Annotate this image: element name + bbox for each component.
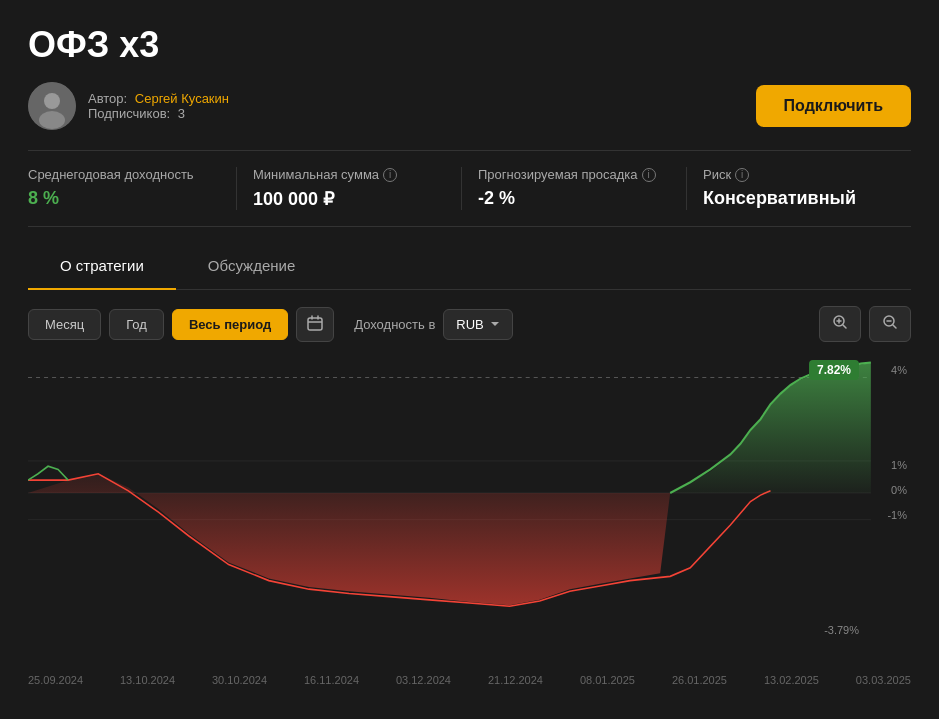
x-axis: 25.09.2024 13.10.2024 30.10.2024 16.11.2… <box>28 668 911 686</box>
svg-point-2 <box>39 111 65 129</box>
tab-strategy[interactable]: О стратегии <box>28 243 176 290</box>
period-year-button[interactable]: Год <box>109 309 164 340</box>
avatar <box>28 82 76 130</box>
connect-button[interactable]: Подключить <box>756 85 911 127</box>
y-label-0pct: 0% <box>891 484 907 496</box>
chart-svg <box>28 354 911 664</box>
page-title: ОФЗ х3 <box>28 24 911 66</box>
zoom-out-button[interactable] <box>869 306 911 342</box>
stat-annual-yield: Среднегодовая доходность 8 % <box>28 167 237 210</box>
y-label-1pct: 1% <box>891 459 907 471</box>
y-label-4pct: 4% <box>891 364 907 376</box>
min-sum-info-icon[interactable]: i <box>383 168 397 182</box>
min-value-badge: -3.79% <box>824 624 859 636</box>
chart-area: 4% 1% 0% -1% 7.82% -3.79% <box>28 354 911 664</box>
risk-info-icon[interactable]: i <box>735 168 749 182</box>
stat-min-sum: Минимальная сумма i 100 000 ₽ <box>237 167 462 210</box>
calendar-button[interactable] <box>296 307 334 342</box>
author-label: Автор: Сергей Кусакин <box>88 91 229 106</box>
author-name[interactable]: Сергей Кусакин <box>135 91 229 106</box>
stat-risk: Риск i Консервативный <box>687 167 911 210</box>
max-value-badge: 7.82% <box>809 360 859 380</box>
y-label-neg1pct: -1% <box>887 509 907 521</box>
svg-point-1 <box>44 93 60 109</box>
tab-discussion[interactable]: Обсуждение <box>176 243 327 290</box>
yield-label: Доходность в <box>354 317 435 332</box>
drawdown-info-icon[interactable]: i <box>642 168 656 182</box>
stat-drawdown: Прогнозируемая просадка i -2 % <box>462 167 687 210</box>
zoom-in-button[interactable] <box>819 306 861 342</box>
subscribers: Подписчиков: 3 <box>88 106 229 121</box>
period-month-button[interactable]: Месяц <box>28 309 101 340</box>
currency-select[interactable]: RUB <box>443 309 512 340</box>
tabs: О стратегии Обсуждение <box>28 243 911 290</box>
period-all-button[interactable]: Весь период <box>172 309 288 340</box>
svg-rect-3 <box>308 318 322 330</box>
